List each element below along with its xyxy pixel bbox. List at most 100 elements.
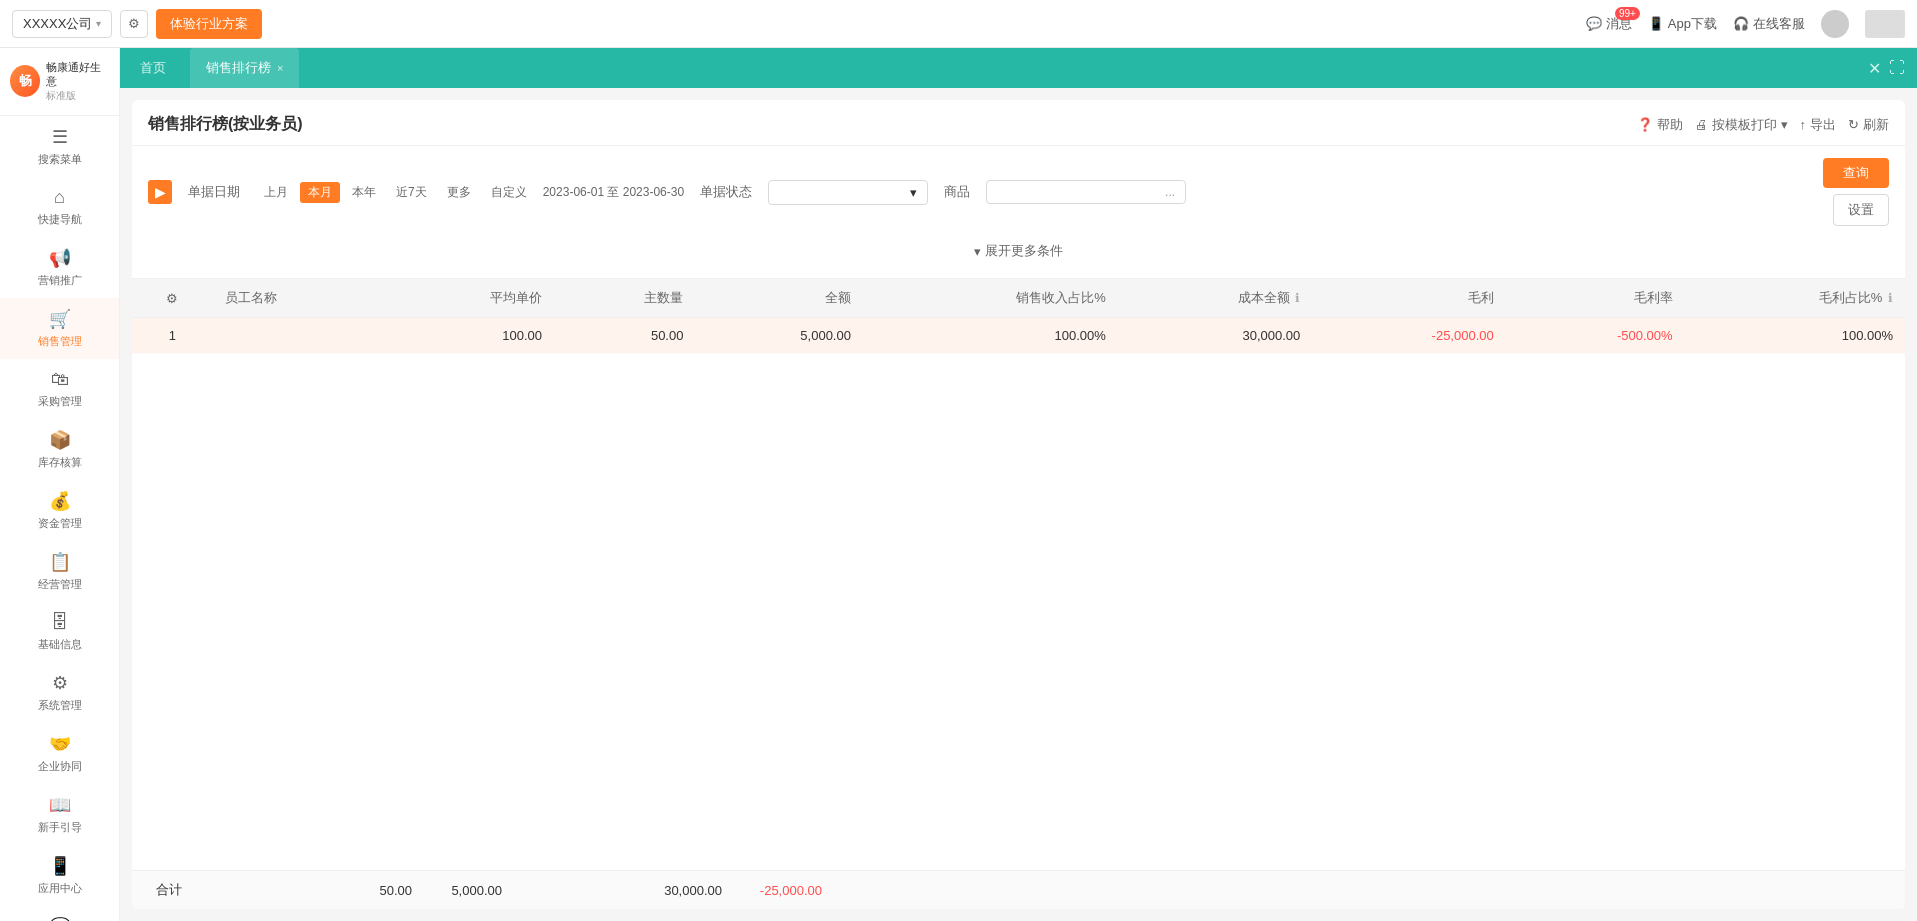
page-header: 销售排行榜(按业务员) ❓ 帮助 🖨 按模板打印 ▾ ↑ bbox=[132, 100, 1905, 146]
print-button[interactable]: 🖨 按模板打印 ▾ bbox=[1695, 116, 1788, 134]
sidebar-icon-system: ⚙ bbox=[52, 672, 68, 694]
filter-row-1: ▶ 单据日期 上月 本月 本年 近7天 更多 自定义 2023-06-01 至 … bbox=[148, 158, 1889, 226]
goods-input[interactable]: ... bbox=[986, 180, 1186, 204]
sidebar-item-guide[interactable]: 📖 新手引导 bbox=[0, 784, 119, 845]
footer-label: 合计 bbox=[144, 881, 264, 899]
refresh-icon: ↻ bbox=[1848, 117, 1859, 132]
sidebar-item-sales[interactable]: 🛒 销售管理 bbox=[0, 298, 119, 359]
col-cost: 成本全额 ℹ bbox=[1118, 279, 1312, 318]
expand-more-btn[interactable]: ▾ 展开更多条件 bbox=[148, 236, 1889, 266]
main-content: 首页 销售排行榜 × ✕ ⛶ 销售排行榜(按业务员) ❓ 帮助 bbox=[120, 48, 1917, 921]
sidebar-icon-guide: 📖 bbox=[49, 794, 71, 816]
shortcut-this-year[interactable]: 本年 bbox=[344, 182, 384, 203]
sidebar-item-collab[interactable]: 🤝 企业协同 bbox=[0, 723, 119, 784]
sidebar-icon-quick-nav: ⌂ bbox=[54, 187, 65, 208]
sidebar-item-wechat[interactable]: 💬 企业微信 bbox=[0, 906, 119, 921]
app-download-button[interactable]: 📱 App下载 bbox=[1648, 15, 1717, 33]
expand-window-icon[interactable]: ⛶ bbox=[1889, 59, 1905, 77]
online-service-label: 在线客服 bbox=[1753, 15, 1805, 33]
settings-button[interactable]: 设置 bbox=[1833, 194, 1889, 226]
logo-line1: 畅康通好生意 bbox=[46, 60, 109, 89]
refresh-button[interactable]: ↻ 刷新 bbox=[1848, 116, 1889, 134]
shortcut-prev-month[interactable]: 上月 bbox=[256, 182, 296, 203]
message-button[interactable]: 💬 消息 99+ bbox=[1586, 15, 1632, 33]
print-chevron-icon: ▾ bbox=[1781, 117, 1788, 132]
gross-pct-info-icon[interactable]: ℹ bbox=[1888, 291, 1893, 305]
company-name: XXXXX公司 bbox=[23, 15, 92, 33]
sidebar-items-container: ☰ 搜索菜单 ⌂ 快捷导航 📢 营销推广 🛒 销售管理 🛍 采购管理 📦 库存核… bbox=[0, 116, 119, 921]
footer-qty: 50.00 bbox=[344, 883, 424, 898]
shortcut-custom[interactable]: 自定义 bbox=[483, 182, 535, 203]
sidebar-icon-basic: 🗄 bbox=[51, 612, 69, 633]
headset-icon: 🎧 bbox=[1733, 16, 1749, 31]
chevron-down-icon: ▾ bbox=[96, 18, 101, 29]
tab-close-icon[interactable]: × bbox=[277, 62, 283, 74]
sidebar-icon-collab: 🤝 bbox=[49, 733, 71, 755]
tab-sales-ranking[interactable]: 销售排行榜 × bbox=[190, 48, 299, 88]
chevron-down-expand-icon: ▾ bbox=[974, 244, 981, 259]
filter-area: ▶ 单据日期 上月 本月 本年 近7天 更多 自定义 2023-06-01 至 … bbox=[132, 146, 1905, 279]
status-filter-label: 单据状态 bbox=[700, 183, 752, 201]
message-icon: 💬 bbox=[1586, 16, 1602, 31]
export-button[interactable]: ↑ 导出 bbox=[1800, 116, 1837, 134]
sidebar-icon-finance: 💰 bbox=[49, 490, 71, 512]
help-button[interactable]: ❓ 帮助 bbox=[1637, 116, 1683, 134]
goods-more-icon[interactable]: ... bbox=[1165, 185, 1175, 199]
page-actions: ❓ 帮助 🖨 按模板打印 ▾ ↑ 导出 ↻ bbox=[1637, 116, 1890, 134]
sidebar-item-basic[interactable]: 🗄 基础信息 bbox=[0, 602, 119, 662]
avatar[interactable] bbox=[1821, 10, 1849, 38]
cell-sales-pct: 100.00% bbox=[863, 318, 1118, 354]
sidebar-icon-wechat: 💬 bbox=[49, 916, 71, 921]
page-card: 销售排行榜(按业务员) ❓ 帮助 🖨 按模板打印 ▾ ↑ bbox=[132, 100, 1905, 909]
col-avg-price: 平均单价 bbox=[383, 279, 554, 318]
col-gross-rate: 毛利率 bbox=[1506, 279, 1685, 318]
cost-info-icon[interactable]: ℹ bbox=[1295, 291, 1300, 305]
query-button[interactable]: 查询 bbox=[1823, 158, 1889, 188]
logo-char: 畅 bbox=[19, 72, 32, 90]
sidebar-item-quick-nav[interactable]: ⌂ 快捷导航 bbox=[0, 177, 119, 237]
sidebar-label-marketing: 营销推广 bbox=[38, 273, 82, 288]
sidebar-item-apps[interactable]: 📱 应用中心 bbox=[0, 845, 119, 906]
print-label: 按模板打印 bbox=[1712, 116, 1777, 134]
help-label: 帮助 bbox=[1657, 116, 1683, 134]
shortcut-more[interactable]: 更多 bbox=[439, 182, 479, 203]
sidebar-label-ops: 经营管理 bbox=[38, 577, 82, 592]
sidebar-item-marketing[interactable]: 📢 营销推广 bbox=[0, 237, 119, 298]
sidebar-label-system: 系统管理 bbox=[38, 698, 82, 713]
sidebar-item-finance[interactable]: 💰 资金管理 bbox=[0, 480, 119, 541]
shortcut-this-month[interactable]: 本月 bbox=[300, 182, 340, 203]
sidebar-item-system[interactable]: ⚙ 系统管理 bbox=[0, 662, 119, 723]
sidebar-item-search[interactable]: ☰ 搜索菜单 bbox=[0, 116, 119, 177]
tab-bar: 首页 销售排行榜 × ✕ ⛶ bbox=[120, 48, 1917, 88]
close-window-icon[interactable]: ✕ bbox=[1868, 59, 1881, 78]
sidebar-item-inventory[interactable]: 📦 库存核算 bbox=[0, 419, 119, 480]
trial-button[interactable]: 体验行业方案 bbox=[156, 9, 262, 39]
column-settings-icon: ⚙ bbox=[166, 291, 178, 306]
page-body: 销售排行榜(按业务员) ❓ 帮助 🖨 按模板打印 ▾ ↑ bbox=[120, 88, 1917, 921]
sidebar-label-quick-nav: 快捷导航 bbox=[38, 212, 82, 227]
table-body: 1 100.00 50.00 5,000.00 100.00% 30,000.0… bbox=[132, 318, 1905, 354]
data-table: ⚙ 员工名称 平均单价 主数量 全额 销售收入占比% 成本全额 ℹ 毛利 毛利率… bbox=[132, 279, 1905, 354]
sidebar-logo: 畅 畅康通好生意 标准版 bbox=[0, 48, 119, 116]
sidebar-icon-marketing: 📢 bbox=[49, 247, 71, 269]
date-range-display: 2023-06-01 至 2023-06-30 bbox=[543, 184, 684, 201]
sidebar-icon-purchase: 🛍 bbox=[51, 369, 69, 390]
sidebar-label-apps: 应用中心 bbox=[38, 881, 82, 896]
col-qty: 主数量 bbox=[554, 279, 695, 318]
shortcut-7days[interactable]: 近7天 bbox=[388, 182, 435, 203]
gear-button[interactable]: ⚙ bbox=[120, 10, 148, 38]
status-select[interactable]: ▾ bbox=[768, 180, 928, 205]
sidebar-label-collab: 企业协同 bbox=[38, 759, 82, 774]
filter-toggle[interactable]: ▶ bbox=[148, 180, 172, 204]
col-settings[interactable]: ⚙ bbox=[132, 279, 213, 318]
sidebar-item-ops[interactable]: 📋 经营管理 bbox=[0, 541, 119, 602]
cell-avg-price: 100.00 bbox=[383, 318, 554, 354]
cell-amount: 5,000.00 bbox=[695, 318, 862, 354]
sidebar-item-purchase[interactable]: 🛍 采购管理 bbox=[0, 359, 119, 419]
online-service-button[interactable]: 🎧 在线客服 bbox=[1733, 15, 1805, 33]
tab-home[interactable]: 首页 bbox=[120, 48, 186, 88]
company-selector[interactable]: XXXXX公司 ▾ bbox=[12, 10, 112, 38]
footer-cost: 30,000.00 bbox=[634, 883, 734, 898]
cell-name bbox=[213, 318, 384, 354]
sidebar: 畅 畅康通好生意 标准版 ☰ 搜索菜单 ⌂ 快捷导航 📢 营销推广 🛒 销售管理… bbox=[0, 48, 120, 921]
